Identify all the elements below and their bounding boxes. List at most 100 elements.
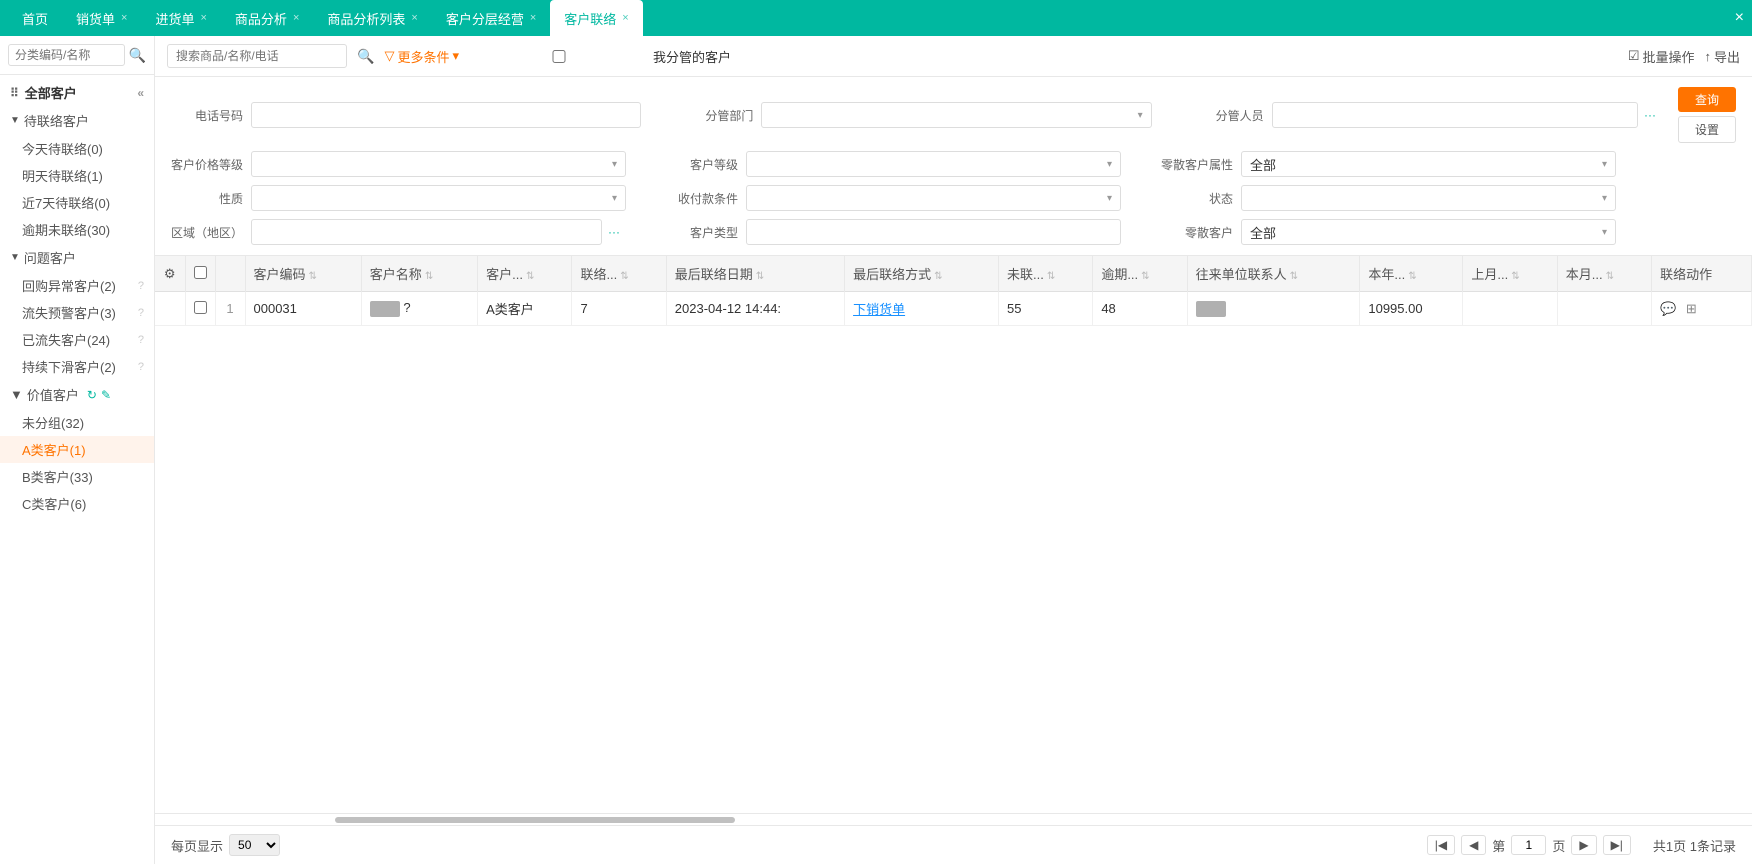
query-button[interactable]: 查询	[1678, 87, 1736, 112]
col-checkbox	[185, 256, 215, 292]
dept-label: 分管部门	[681, 107, 761, 124]
row-last-way[interactable]: 下销货单	[845, 292, 999, 326]
retail-customer-select[interactable]: 全部 ▾	[1241, 219, 1616, 245]
col-not-contact[interactable]: 未联...⇅	[998, 256, 1092, 292]
next-page-button[interactable]: ▶	[1571, 835, 1596, 855]
col-unit-contact[interactable]: 往来单位联系人⇅	[1187, 256, 1360, 292]
first-page-button[interactable]: |◀	[1427, 835, 1455, 855]
retail-customer-label: 零散客户	[1161, 224, 1241, 241]
sidebar-item-c-class[interactable]: C类客户(6)	[0, 490, 154, 517]
status-select[interactable]: ▾	[1241, 185, 1616, 211]
close-sales-tab[interactable]: ×	[121, 12, 127, 24]
per-page-control: 每页显示 50 100 200	[171, 834, 280, 856]
nav-tab-home[interactable]: 首页	[8, 0, 62, 36]
region-input[interactable]	[251, 219, 602, 245]
settings-button[interactable]: 设置	[1678, 116, 1736, 143]
row-not-contact: 55	[998, 292, 1092, 326]
action-qr-icon[interactable]: ⊞	[1686, 301, 1697, 316]
col-code[interactable]: 客户编码⇅	[245, 256, 361, 292]
customer-tier-select[interactable]: ▾	[746, 151, 1121, 177]
main-search-icon[interactable]: 🔍	[357, 48, 374, 65]
manager-label: 分管人员	[1192, 107, 1272, 124]
nature-select[interactable]: ▾	[251, 185, 626, 211]
sidebar-item-overdue-contact[interactable]: 逾期未联络(30)	[0, 216, 154, 243]
status-arrow: ▾	[1602, 193, 1607, 204]
per-page-select[interactable]: 50 100 200	[229, 834, 280, 856]
close-product-analysis-tab[interactable]: ×	[293, 12, 299, 24]
value-edit-icon[interactable]: ✎	[101, 388, 111, 402]
bulk-operation-button[interactable]: ☑ 批量操作	[1628, 47, 1695, 66]
col-overdue[interactable]: 逾期...⇅	[1093, 256, 1187, 292]
dept-select[interactable]: ▾	[761, 102, 1151, 128]
name-color-block	[370, 301, 400, 317]
col-type[interactable]: 客户...⇅	[478, 256, 572, 292]
col-action: 联络动作	[1652, 256, 1752, 292]
nav-tab-customer-contact[interactable]: 客户联络 ×	[550, 0, 642, 36]
my-customers-checkbox[interactable]	[469, 50, 649, 63]
col-this-month[interactable]: 本月...⇅	[1557, 256, 1651, 292]
close-customer-contact-tab[interactable]: ×	[622, 12, 628, 24]
col-settings[interactable]: ⚙	[155, 256, 185, 292]
repurchase-help-icon: ?	[138, 280, 144, 292]
sidebar-search-icon[interactable]: 🔍	[129, 47, 146, 64]
close-purchase-tab[interactable]: ×	[200, 12, 206, 24]
last-page-button[interactable]: ▶|	[1603, 835, 1631, 855]
nav-tab-sales[interactable]: 销货单 ×	[62, 0, 141, 36]
sidebar-item-repurchase-abnormal[interactable]: 回购异常客户(2) ?	[0, 272, 154, 299]
sidebar-problem-customers-header[interactable]: ▼ 问题客户	[0, 243, 154, 272]
sidebar-item-churned[interactable]: 已流失客户(24) ?	[0, 326, 154, 353]
page-number-input[interactable]	[1511, 835, 1546, 855]
payment-select[interactable]: ▾	[746, 185, 1121, 211]
main-search-input[interactable]	[167, 44, 347, 68]
nav-tab-customer-tier[interactable]: 客户分层经营 ×	[432, 0, 550, 36]
sidebar-item-7day-contact[interactable]: 近7天待联络(0)	[0, 189, 154, 216]
nav-tab-product-list[interactable]: 商品分析列表 ×	[313, 0, 431, 36]
row-type: A类客户	[478, 292, 572, 326]
col-contact-count[interactable]: 联络...⇅	[572, 256, 666, 292]
customer-type-input[interactable]	[746, 219, 1121, 245]
row-contact-count: 7	[572, 292, 666, 326]
window-close-button[interactable]: ×	[1735, 9, 1744, 27]
retail-attr-select[interactable]: 全部 ▾	[1241, 151, 1616, 177]
value-refresh-icon[interactable]: ↻	[87, 388, 97, 402]
col-this-year[interactable]: 本年...⇅	[1360, 256, 1463, 292]
sidebar-all-customers-header[interactable]: ⠿ 全部客户 «	[0, 75, 154, 106]
more-filters-button[interactable]: ▽ 更多条件 ▾	[384, 47, 459, 66]
sidebar-item-tomorrow-contact[interactable]: 明天待联络(1)	[0, 162, 154, 189]
export-button[interactable]: ↑ 导出	[1704, 47, 1740, 66]
row-overdue: 48	[1093, 292, 1187, 326]
sidebar-pending-contact-header[interactable]: ▼ 待联络客户	[0, 106, 154, 135]
price-tier-select[interactable]: ▾	[251, 151, 626, 177]
sidebar-item-ungrouped[interactable]: 未分组(32)	[0, 409, 154, 436]
col-last-way[interactable]: 最后联络方式⇅	[845, 256, 999, 292]
value-customers-arrow: ▼	[10, 387, 23, 402]
horizontal-scrollbar-thumb[interactable]	[335, 817, 735, 823]
col-last-date[interactable]: 最后联络日期⇅	[666, 256, 844, 292]
row-check	[185, 292, 215, 326]
last-way-sort-icon: ⇅	[934, 271, 942, 282]
sidebar-item-a-class[interactable]: A类客户(1)	[0, 436, 154, 463]
sidebar-search-input[interactable]	[8, 44, 125, 66]
phone-field: 电话号码	[171, 102, 641, 128]
prev-page-button[interactable]: ◀	[1461, 835, 1486, 855]
sidebar-item-churn-warning[interactable]: 流失预警客户(3) ?	[0, 299, 154, 326]
sidebar-value-customers-header[interactable]: ▼ 价值客户 ↻ ✎	[0, 380, 154, 409]
sidebar-item-today-contact[interactable]: 今天待联络(0)	[0, 135, 154, 162]
row-code[interactable]: 000031	[245, 292, 361, 326]
row-checkbox[interactable]	[194, 301, 207, 314]
phone-input[interactable]	[251, 102, 641, 128]
sidebar-item-declining[interactable]: 持续下滑客户(2) ?	[0, 353, 154, 380]
region-more-btn[interactable]: ···	[602, 225, 626, 239]
sidebar-collapse-button[interactable]: «	[137, 86, 144, 100]
col-last-month[interactable]: 上月...⇅	[1463, 256, 1557, 292]
nav-tab-product-analysis[interactable]: 商品分析 ×	[221, 0, 313, 36]
manager-more-btn[interactable]: ···	[1638, 108, 1662, 122]
close-product-list-tab[interactable]: ×	[411, 12, 417, 24]
close-customer-tier-tab[interactable]: ×	[530, 12, 536, 24]
sidebar-item-b-class[interactable]: B类客户(33)	[0, 463, 154, 490]
action-chat-icon[interactable]: 💬	[1660, 301, 1676, 316]
select-all-checkbox[interactable]	[194, 266, 207, 279]
manager-input[interactable]	[1272, 102, 1638, 128]
col-name[interactable]: 客户名称⇅	[361, 256, 477, 292]
nav-tab-purchase[interactable]: 进货单 ×	[141, 0, 220, 36]
